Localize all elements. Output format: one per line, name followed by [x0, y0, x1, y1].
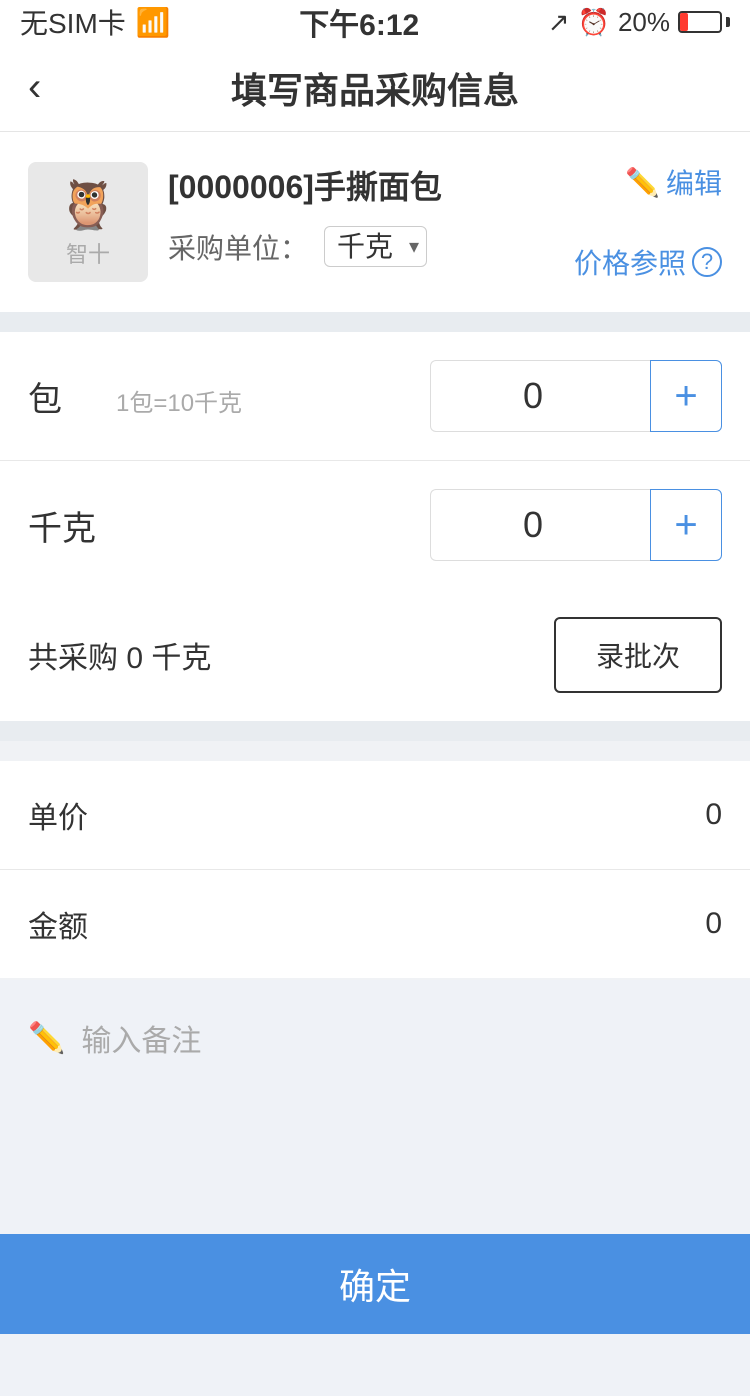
- unit-price-value: 0: [705, 798, 722, 832]
- bao-qty-wrap: +: [430, 360, 722, 432]
- kg-label: 千克: [28, 501, 108, 550]
- bao-sublabel: 1包=10千克: [116, 383, 242, 418]
- bao-label: 包: [28, 372, 108, 421]
- carrier-label: 无SIM卡: [20, 2, 126, 42]
- remark-placeholder: 输入备注: [81, 1016, 201, 1060]
- section-divider-1: [0, 312, 750, 332]
- nav-bar: ‹ 填写商品采购信息: [0, 44, 750, 132]
- price-section: 单价 0 金额 0: [0, 761, 750, 978]
- price-ref-help-icon: ?: [692, 247, 722, 277]
- section-divider-2: [0, 721, 750, 741]
- owl-icon: 🦉: [58, 176, 118, 233]
- kg-plus-button[interactable]: +: [650, 489, 722, 561]
- battery-indicator: [678, 11, 730, 33]
- summary-text: 共采购 0 千克: [28, 633, 211, 677]
- amount-label: 金额: [28, 902, 88, 946]
- status-right: ↗ ⏰ 20%: [548, 7, 730, 38]
- unit-price-row: 单价 0: [0, 761, 750, 870]
- summary-row: 共采购 0 千克 录批次: [0, 589, 750, 721]
- status-time: 下午6:12: [299, 0, 419, 44]
- bao-input-row: 包 1包=10千克 +: [0, 332, 750, 461]
- edit-label: 编辑: [666, 162, 722, 202]
- thumb-label: 智十: [66, 237, 110, 269]
- alarm-icon: ⏰: [578, 7, 610, 38]
- back-button[interactable]: ‹: [28, 65, 41, 110]
- kg-input-row: 千克 +: [0, 461, 750, 589]
- page-title: 填写商品采购信息: [231, 62, 519, 114]
- amount-value: 0: [705, 907, 722, 941]
- product-card: 🦉 智十 [0000006]手撕面包 采购单位： 千克 包 ✏️ 编辑 价格参照…: [0, 132, 750, 312]
- location-icon: ↗: [548, 7, 570, 38]
- kg-label-wrap: 千克: [28, 501, 410, 550]
- batch-button[interactable]: 录批次: [554, 617, 722, 693]
- kg-qty-wrap: +: [430, 489, 722, 561]
- confirm-button[interactable]: 确定: [0, 1234, 750, 1334]
- status-bar: 无SIM卡 📶 下午6:12 ↗ ⏰ 20%: [0, 0, 750, 44]
- edit-icon: ✏️: [625, 166, 660, 199]
- bao-plus-button[interactable]: +: [650, 360, 722, 432]
- amount-row: 金额 0: [0, 870, 750, 978]
- product-thumbnail: 🦉 智十: [28, 162, 148, 282]
- remark-section[interactable]: ✏️ 输入备注: [0, 980, 750, 1096]
- bao-qty-input[interactable]: [430, 360, 650, 432]
- unit-price-label: 单价: [28, 793, 88, 837]
- unit-label: 采购单位：: [168, 227, 308, 267]
- status-left: 无SIM卡 📶: [20, 2, 171, 42]
- wifi-icon: 📶: [136, 6, 171, 39]
- pencil-icon: ✏️: [28, 1021, 65, 1056]
- price-reference-button[interactable]: 价格参照 ?: [574, 242, 722, 282]
- unit-select[interactable]: 千克 包: [324, 226, 427, 267]
- kg-qty-input[interactable]: [430, 489, 650, 561]
- battery-percent: 20%: [618, 7, 670, 38]
- unit-select-wrap[interactable]: 千克 包: [324, 226, 427, 267]
- edit-button[interactable]: ✏️ 编辑: [625, 162, 722, 202]
- input-section: 包 1包=10千克 + 千克 +: [0, 332, 750, 589]
- price-ref-label: 价格参照: [574, 242, 686, 282]
- bao-label-wrap: 包 1包=10千克: [28, 372, 410, 421]
